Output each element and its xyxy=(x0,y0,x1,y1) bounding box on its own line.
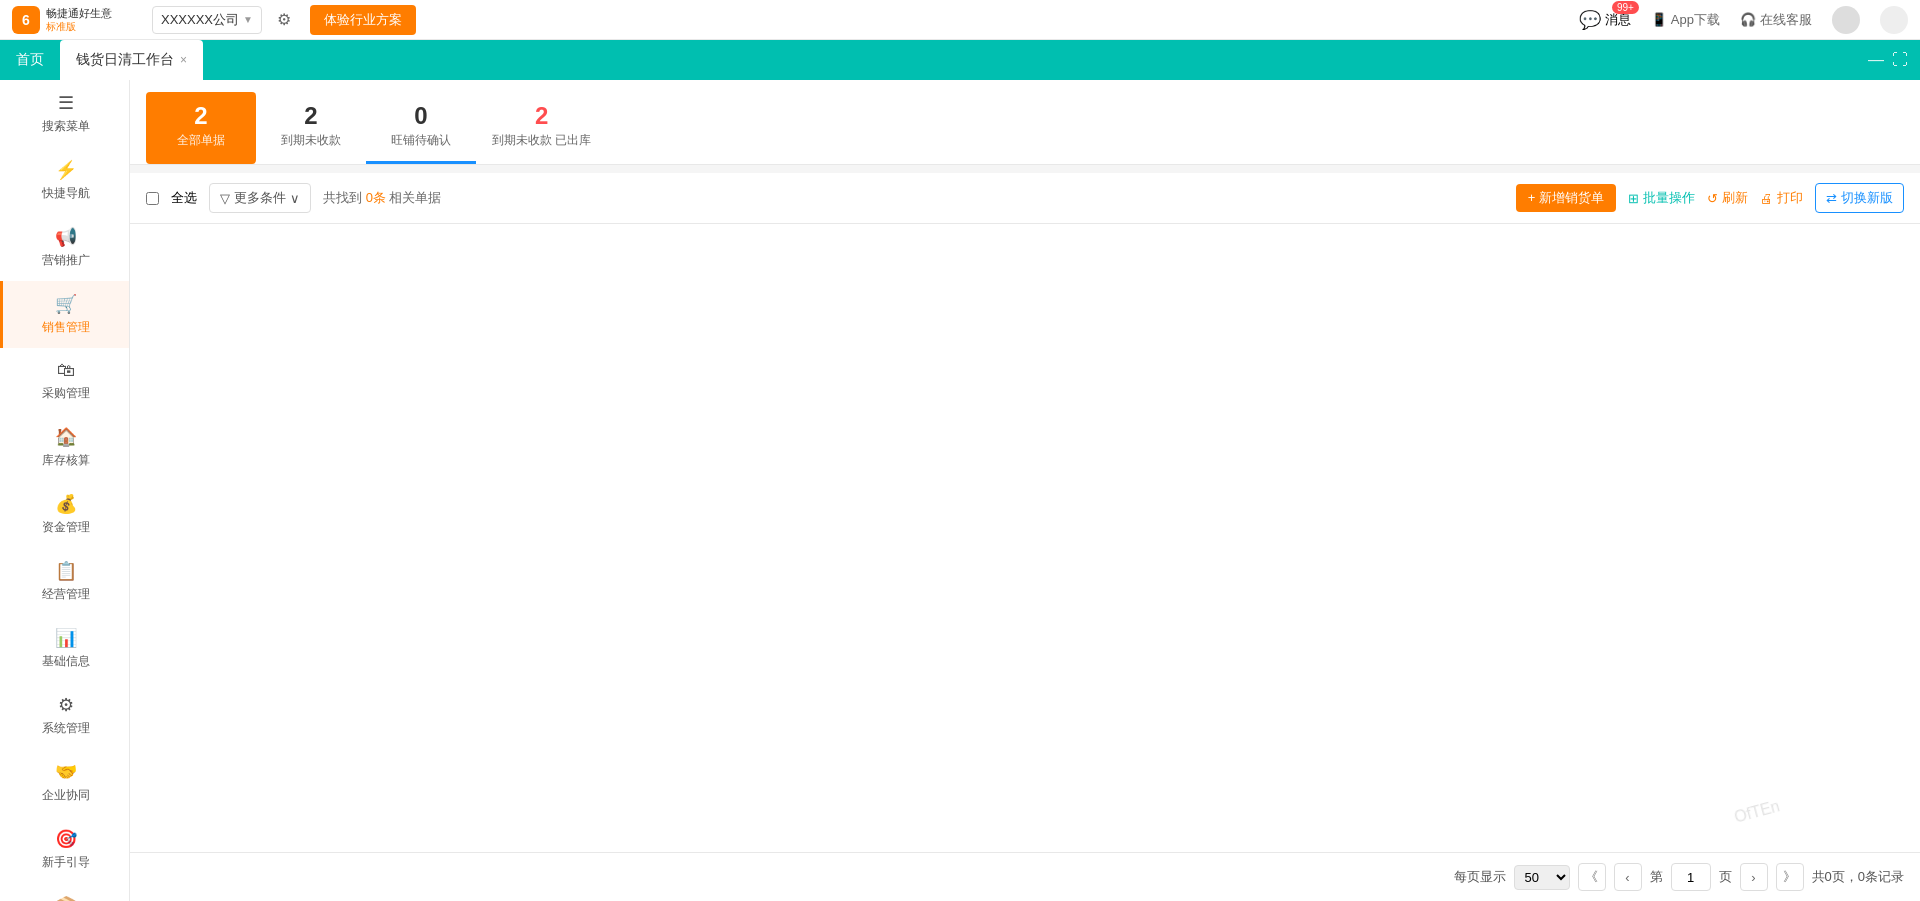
batch-icon: ⊞ xyxy=(1628,191,1639,206)
sidebar-item-cooperation[interactable]: 🤝 企业协同 xyxy=(0,749,129,816)
new-order-button[interactable]: + 新增销货单 xyxy=(1516,184,1616,212)
sidebar-item-finance[interactable]: 💰 资金管理 xyxy=(0,481,129,548)
page-suffix: 页 xyxy=(1719,868,1732,886)
bell-icon: 💬 xyxy=(1579,9,1601,31)
toolbar-right: + 新增销货单 ⊞ 批量操作 ↺ 刷新 🖨 打印 ⇄ 切换新版 xyxy=(1516,183,1904,213)
result-text: 共找到 0条 相关单据 xyxy=(323,189,441,207)
switch-version-button[interactable]: ⇄ 切换新版 xyxy=(1815,183,1904,213)
logo-icon: 6 xyxy=(12,6,40,34)
print-button[interactable]: 🖨 打印 xyxy=(1760,189,1803,207)
base-info-icon: 📊 xyxy=(55,627,77,649)
next-page-button[interactable]: › xyxy=(1740,863,1768,891)
online-service-link[interactable]: 🎧 在线客服 xyxy=(1740,11,1812,29)
sidebar: ☰ 搜索菜单 ⚡ 快捷导航 📢 营销推广 🛒 销售管理 🛍 采购管理 🏠 库存核… xyxy=(0,80,130,901)
sidebar-item-marketing[interactable]: 📢 营销推广 xyxy=(0,214,129,281)
app-download-link[interactable]: 📱 App下载 xyxy=(1651,11,1720,29)
page-size-select[interactable]: 50 10 20 100 xyxy=(1514,865,1570,890)
select-all-checkbox[interactable] xyxy=(146,192,159,205)
tab-home[interactable]: 首页 xyxy=(0,40,60,80)
quick-nav-icon: ⚡ xyxy=(55,159,77,181)
content-area: 2 全部单据 2 到期未收款 0 旺铺待确认 2 到期未收款 已出库 全选 ▽ … xyxy=(130,80,1920,901)
table-area xyxy=(130,224,1920,852)
top-right-area: 💬 消息 99+ 📱 App下载 🎧 在线客服 xyxy=(1579,6,1908,34)
summary-tab-wangpu[interactable]: 0 旺铺待确认 xyxy=(366,92,476,164)
sidebar-item-purchase[interactable]: 🛍 采购管理 xyxy=(0,348,129,414)
last-page-icon: 》 xyxy=(1783,868,1796,886)
last-page-button[interactable]: 》 xyxy=(1776,863,1804,891)
switch-icon: ⇄ xyxy=(1826,191,1837,206)
top-bar: 6 畅捷通好生意 标准版 XXXXXX公司 ▼ ⚙ 体验行业方案 💬 消息 99… xyxy=(0,0,1920,40)
avatar-placeholder[interactable] xyxy=(1880,6,1908,34)
result-count: 0条 xyxy=(366,190,386,205)
sidebar-item-base-info[interactable]: 📊 基础信息 xyxy=(0,615,129,682)
tab-bar-right: — ⛶ xyxy=(1868,51,1920,69)
notification-badge: 99+ xyxy=(1612,1,1639,14)
first-page-icon: 《 xyxy=(1585,868,1598,886)
pagination: 每页显示 50 10 20 100 《 ‹ 第 页 › 》 共0页，0条记录 xyxy=(130,852,1920,901)
main-layout: ☰ 搜索菜单 ⚡ 快捷导航 📢 营销推广 🛒 销售管理 🛍 采购管理 🏠 库存核… xyxy=(0,80,1920,901)
guide-icon: 🎯 xyxy=(55,828,77,850)
finance-icon: 💰 xyxy=(55,493,77,515)
dropdown-arrow-icon: ▼ xyxy=(243,14,253,25)
sidebar-item-sys-mgmt[interactable]: ⚙ 系统管理 xyxy=(0,682,129,749)
tab-daily-work[interactable]: 钱货日清工作台 × xyxy=(60,40,203,80)
download-icon: 📱 xyxy=(1651,12,1667,27)
sidebar-item-quick-nav[interactable]: ⚡ 快捷导航 xyxy=(0,147,129,214)
refresh-icon: ↺ xyxy=(1707,191,1718,206)
page-number-input[interactable] xyxy=(1671,863,1711,891)
sys-mgmt-icon: ⚙ xyxy=(58,694,74,716)
filter-arrow-icon: ∨ xyxy=(290,191,300,206)
page-label: 第 xyxy=(1650,868,1663,886)
avatar[interactable] xyxy=(1832,6,1860,34)
summary-tab-overdue[interactable]: 2 到期未收款 xyxy=(256,92,366,164)
tab-minimize-icon[interactable]: — xyxy=(1868,51,1884,69)
logo-text: 畅捷通好生意 标准版 xyxy=(46,6,112,33)
company-selector[interactable]: XXXXXX公司 ▼ xyxy=(152,6,262,34)
print-icon: 🖨 xyxy=(1760,191,1773,206)
search-menu-icon: ☰ xyxy=(58,92,74,114)
select-all-label: 全选 xyxy=(171,189,197,207)
sidebar-item-guide[interactable]: 🎯 新手引导 xyxy=(0,816,129,883)
app-center-icon: 📦 xyxy=(55,895,77,901)
more-filter-button[interactable]: ▽ 更多条件 ∨ xyxy=(209,183,311,213)
next-icon: › xyxy=(1751,870,1755,885)
toolbar: 全选 ▽ 更多条件 ∨ 共找到 0条 相关单据 + 新增销货单 ⊞ 批量操作 ↺ xyxy=(130,173,1920,224)
sidebar-item-search-menu[interactable]: ☰ 搜索菜单 xyxy=(0,80,129,147)
service-icon: 🎧 xyxy=(1740,12,1756,27)
prev-icon: ‹ xyxy=(1625,870,1629,885)
sidebar-item-operations[interactable]: 📋 经营管理 xyxy=(0,548,129,615)
sidebar-item-app-center[interactable]: 📦 应用中心 xyxy=(0,883,129,901)
settings-icon[interactable]: ⚙ xyxy=(270,6,298,34)
notification-bell[interactable]: 💬 消息 99+ xyxy=(1579,9,1631,31)
first-page-button[interactable]: 《 xyxy=(1578,863,1606,891)
refresh-button[interactable]: ↺ 刷新 xyxy=(1707,189,1748,207)
marketing-icon: 📢 xyxy=(55,226,77,248)
summary-tab-shipped[interactable]: 2 到期未收款 已出库 xyxy=(476,92,607,164)
logo-area: 6 畅捷通好生意 标准版 xyxy=(12,6,142,34)
operations-icon: 📋 xyxy=(55,560,77,582)
page-size-label: 每页显示 xyxy=(1454,868,1506,886)
cooperation-icon: 🤝 xyxy=(55,761,77,783)
tab-expand-icon[interactable]: ⛶ xyxy=(1892,51,1908,69)
inventory-icon: 🏠 xyxy=(55,426,77,448)
trial-button[interactable]: 体验行业方案 xyxy=(310,5,416,35)
total-info: 共0页，0条记录 xyxy=(1812,868,1904,886)
summary-tabs: 2 全部单据 2 到期未收款 0 旺铺待确认 2 到期未收款 已出库 xyxy=(130,80,1920,165)
sales-icon: 🛒 xyxy=(55,293,77,315)
filter-icon: ▽ xyxy=(220,191,230,206)
tab-bar: 首页 钱货日清工作台 × — ⛶ xyxy=(0,40,1920,80)
batch-operation-button[interactable]: ⊞ 批量操作 xyxy=(1628,189,1695,207)
sidebar-item-sales[interactable]: 🛒 销售管理 xyxy=(0,281,129,348)
summary-tab-all[interactable]: 2 全部单据 xyxy=(146,92,256,164)
close-tab-icon[interactable]: × xyxy=(180,53,187,67)
prev-page-button[interactable]: ‹ xyxy=(1614,863,1642,891)
purchase-icon: 🛍 xyxy=(57,360,75,381)
sidebar-item-inventory[interactable]: 🏠 库存核算 xyxy=(0,414,129,481)
